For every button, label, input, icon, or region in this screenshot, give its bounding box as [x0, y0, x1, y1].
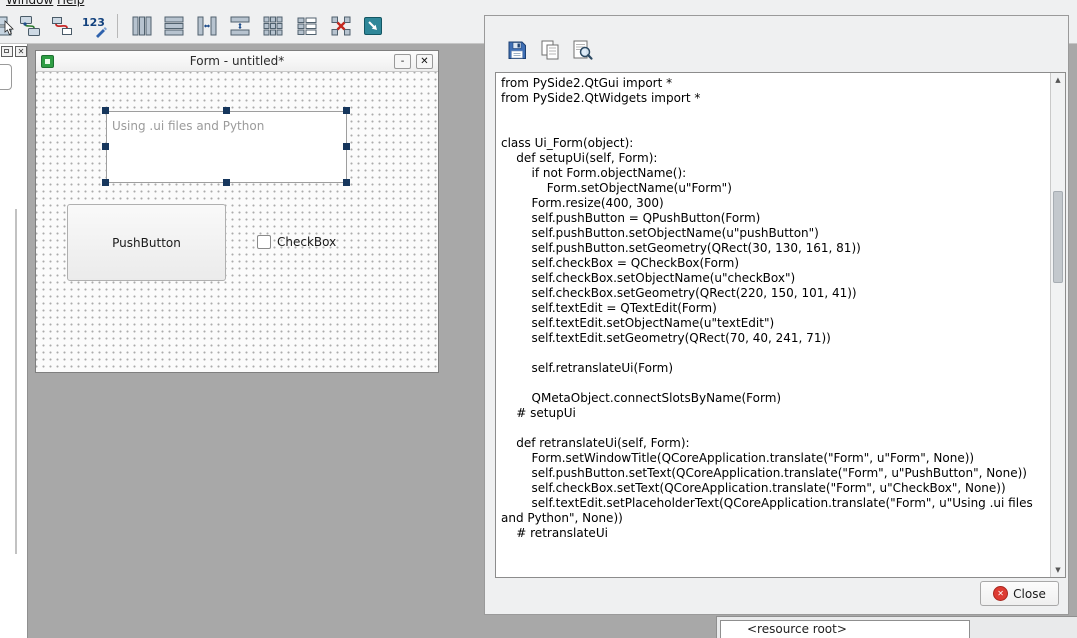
layout-horizontally-button[interactable]: [129, 13, 155, 39]
pushbutton-widget[interactable]: PushButton: [67, 204, 226, 281]
dock-float-button[interactable]: [1, 46, 13, 57]
menubar: Window Help: [0, 0, 1077, 8]
code-preview-dialog: from PySide2.QtGui import * from PySide2…: [484, 15, 1069, 615]
edit-widgets-icon: [0, 14, 16, 38]
edit-buddies-button[interactable]: [49, 13, 75, 39]
save-code-button[interactable]: [504, 37, 530, 63]
form-canvas[interactable]: Using .ui files and Python PushButton Ch…: [36, 72, 438, 372]
layout-splitter-vertical-icon: [228, 14, 252, 38]
menu-window[interactable]: Window: [6, 0, 53, 7]
code-scrollbar[interactable]: ▲ ▼: [1050, 73, 1065, 577]
edit-buddies-icon: [50, 14, 74, 38]
layout-grid-button[interactable]: [260, 13, 286, 39]
layout-splitter-horizontal-button[interactable]: [194, 13, 220, 39]
menu-help[interactable]: Help: [57, 0, 84, 7]
dock-scrollbar[interactable]: [15, 209, 17, 554]
copy-code-button[interactable]: [537, 37, 563, 63]
scroll-down-icon[interactable]: ▼: [1051, 563, 1065, 577]
toolbar-separator: [117, 14, 118, 38]
edit-tab-order-button[interactable]: 123: [81, 13, 107, 39]
edit-tab-order-icon: 123: [81, 13, 107, 39]
code-view[interactable]: from PySide2.QtGui import * from PySide2…: [495, 72, 1066, 578]
dock-close-button[interactable]: ✕: [15, 46, 27, 57]
break-layout-icon: [329, 14, 353, 38]
dock-float-icon: [4, 49, 9, 53]
checkbox-indicator[interactable]: [257, 235, 271, 249]
selection-handle-top-left[interactable]: [102, 107, 109, 114]
selection-handle-top-right[interactable]: [343, 107, 350, 114]
find-code-button[interactable]: [569, 37, 595, 63]
scroll-up-icon[interactable]: ▲: [1051, 73, 1065, 87]
widget-filter-input[interactable]: [0, 64, 12, 90]
qt-designer-window: Window Help: [0, 0, 1077, 638]
selection-handle-bottom-center[interactable]: [223, 179, 230, 186]
adjust-size-button[interactable]: [360, 13, 386, 39]
layout-horizontal-icon: [130, 14, 154, 38]
selection-handle-middle-right[interactable]: [343, 143, 350, 150]
widget-box-dock: ✕: [0, 44, 28, 638]
layout-vertically-button[interactable]: [161, 13, 187, 39]
resource-browser-panel: <resource root>: [716, 616, 1077, 638]
form-titlebar[interactable]: Form - untitled* - ✕: [36, 51, 438, 72]
form-minimize-button[interactable]: -: [394, 54, 411, 69]
scrollbar-thumb[interactable]: [1053, 191, 1063, 283]
find-icon: [570, 38, 594, 62]
layout-form-button[interactable]: [294, 13, 320, 39]
selection-handle-top-center[interactable]: [223, 107, 230, 114]
resource-tree: <resource root>: [720, 620, 970, 638]
form-window-title: Form - untitled*: [36, 51, 438, 71]
form-close-button[interactable]: ✕: [416, 54, 433, 69]
edit-signals-slots-button[interactable]: [17, 13, 43, 39]
layout-vertical-icon: [162, 14, 186, 38]
form-file-icon: [41, 55, 54, 68]
selection-handle-bottom-right[interactable]: [343, 179, 350, 186]
textedit-widget[interactable]: Using .ui files and Python: [106, 111, 347, 183]
pencil-icon: [94, 25, 107, 38]
checkbox-widget[interactable]: CheckBox: [257, 235, 336, 249]
adjust-size-icon: [361, 14, 385, 38]
selection-handle-middle-left[interactable]: [102, 143, 109, 150]
edit-widgets-button[interactable]: [0, 13, 17, 39]
layout-splitter-horizontal-icon: [195, 14, 219, 38]
form-editor-window: Form - untitled* - ✕ Using .ui files and…: [35, 50, 439, 373]
save-icon: [505, 38, 529, 62]
dock-close-icon: ✕: [18, 47, 25, 56]
break-layout-button[interactable]: [328, 13, 354, 39]
close-button-label: Close: [1013, 587, 1046, 601]
layout-splitter-vertical-button[interactable]: [227, 13, 253, 39]
close-button[interactable]: ✕ Close: [980, 581, 1059, 606]
pushbutton-label: PushButton: [112, 236, 181, 250]
layout-grid-icon: [261, 14, 285, 38]
copy-icon: [538, 38, 562, 62]
resource-root-item[interactable]: <resource root>: [721, 621, 969, 638]
generated-python-code[interactable]: from PySide2.QtGui import * from PySide2…: [496, 73, 1050, 577]
close-circle-icon: ✕: [993, 586, 1008, 601]
edit-signals-slots-icon: [18, 14, 42, 38]
selection-handle-bottom-left[interactable]: [102, 179, 109, 186]
checkbox-label: CheckBox: [277, 235, 336, 249]
textedit-placeholder: Using .ui files and Python: [112, 119, 264, 133]
layout-form-icon: [295, 14, 319, 38]
